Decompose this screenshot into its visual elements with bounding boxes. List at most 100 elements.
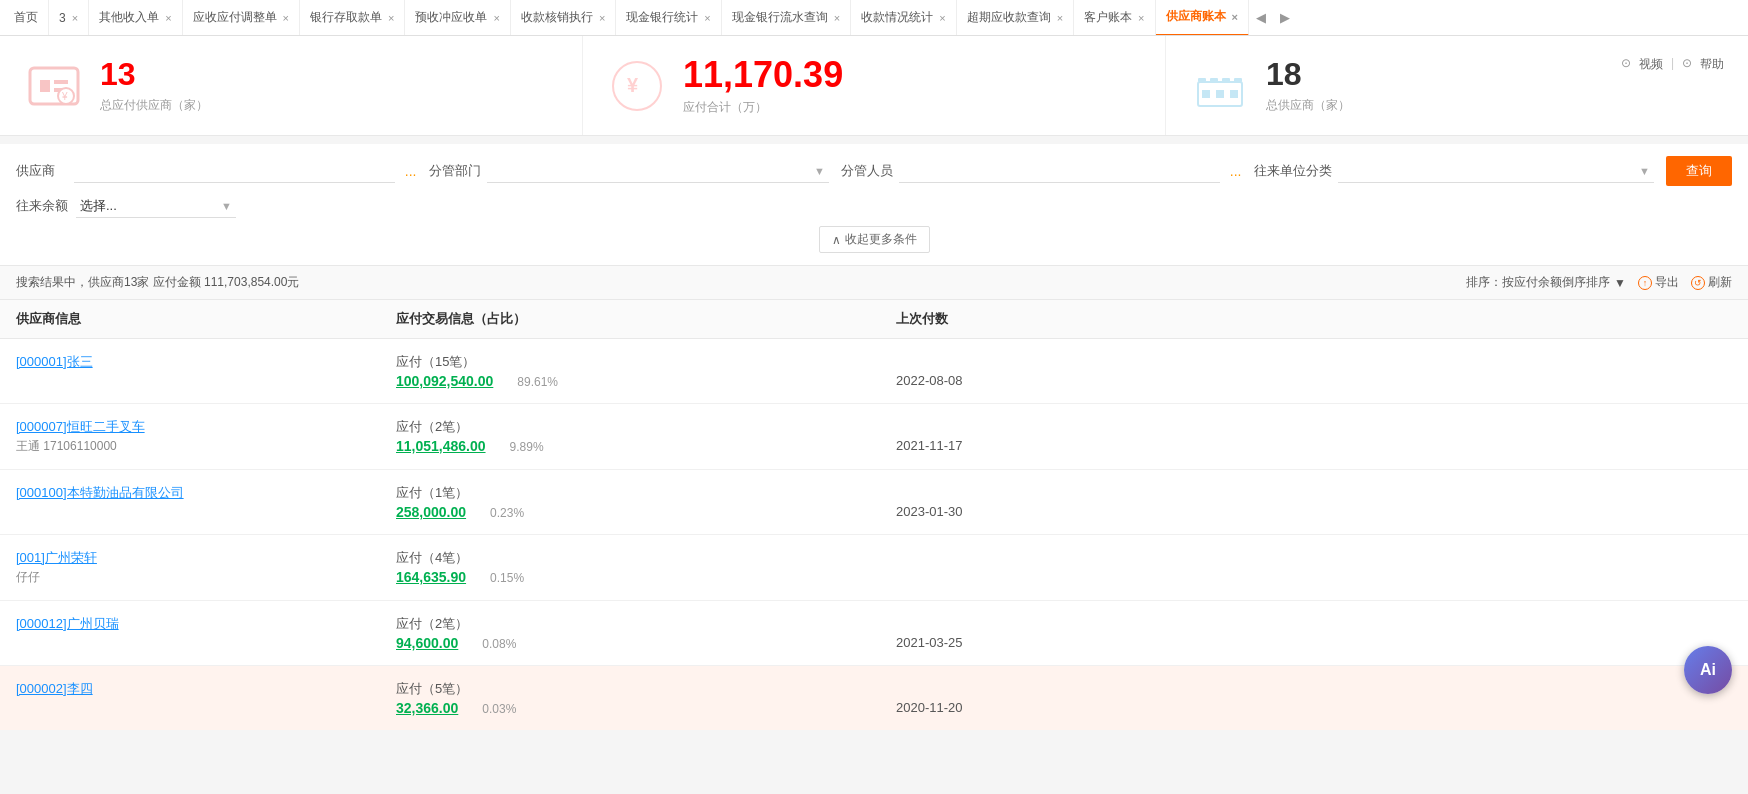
tx-amount-5[interactable]: 94,600.00	[396, 635, 458, 651]
result-actions: 排序：按应付余额倒序排序 ▼ ↑ 导出 ↺ 刷新	[1466, 274, 1732, 291]
last-pay-date-2: 2021-11-17	[896, 418, 1732, 453]
tab-overdue-collect[interactable]: 超期应收款查询 ×	[957, 0, 1074, 36]
collapse-button[interactable]: ∧ 收起更多条件	[819, 226, 930, 253]
tab-other-income[interactable]: 其他收入单 ×	[89, 0, 182, 36]
close-icon[interactable]: ×	[165, 12, 171, 24]
close-icon[interactable]: ×	[834, 12, 840, 24]
tx-amount-6[interactable]: 32,366.00	[396, 700, 458, 716]
svg-rect-14	[1216, 90, 1224, 98]
total-supplier-count: 18	[1266, 57, 1350, 92]
tab-collect-verify[interactable]: 收款核销执行 ×	[511, 0, 616, 36]
close-icon[interactable]: ×	[72, 12, 78, 24]
person-dots[interactable]: ...	[1230, 163, 1242, 179]
last-pay-cell-1: 2022-08-08	[896, 353, 1732, 388]
supplier-link-3[interactable]: [000100]本特勤油品有限公司	[16, 485, 184, 500]
payable-amount-icon: ¥	[607, 56, 667, 116]
last-pay-cell-5: 2021-03-25	[896, 615, 1732, 650]
last-pay-date-1: 2022-08-08	[896, 353, 1732, 388]
export-button[interactable]: ↑ 导出	[1638, 274, 1679, 291]
tab-prepay-collect[interactable]: 预收冲应收单 ×	[405, 0, 510, 36]
nav-next-arrow[interactable]: ▶	[1273, 0, 1297, 36]
supplier-link-2[interactable]: [000007]恒旺二手叉车	[16, 419, 145, 434]
filter-supplier: 供应商 ...	[16, 159, 417, 183]
transaction-cell-5: 应付（2笔） 94,600.00 0.08%	[396, 615, 896, 651]
tab-3[interactable]: 3 ×	[49, 0, 89, 36]
tab-cash-bank-stat[interactable]: 现金银行统计 ×	[616, 0, 721, 36]
balance-select[interactable]: 选择...	[76, 194, 236, 217]
total-supplier-icon	[1190, 56, 1250, 116]
supplier-cell-1: [000001]张三	[16, 353, 396, 371]
col-header-last-pay: 上次付数	[896, 310, 1732, 328]
close-icon[interactable]: ×	[704, 12, 710, 24]
tab-collect-stat-label: 收款情况统计	[861, 9, 933, 26]
svg-text:¥: ¥	[61, 91, 68, 102]
tab-prepay-collect-label: 预收冲应收单	[415, 9, 487, 26]
tab-home[interactable]: 首页	[4, 0, 49, 36]
video-link[interactable]: 视频	[1639, 56, 1663, 73]
query-button[interactable]: 查询	[1666, 156, 1732, 186]
supplier-link-5[interactable]: [000012]广州贝瑞	[16, 616, 119, 631]
tab-collect-stat[interactable]: 收款情况统计 ×	[851, 0, 956, 36]
tab-supplier-account[interactable]: 供应商账本 ×	[1156, 0, 1249, 36]
filter-person: 分管人员 ...	[841, 159, 1242, 183]
filter-unit-category: 往来单位分类 ▼	[1254, 159, 1655, 183]
close-icon[interactable]: ×	[599, 12, 605, 24]
close-icon[interactable]: ×	[388, 12, 394, 24]
close-icon[interactable]: ×	[1057, 12, 1063, 24]
dept-select[interactable]	[487, 159, 830, 182]
tx-row-4: 164,635.90 0.15%	[396, 567, 896, 585]
close-icon[interactable]: ×	[283, 12, 289, 24]
last-pay-date-4	[896, 549, 1732, 569]
tab-cash-bank-flow[interactable]: 现金银行流水查询 ×	[722, 0, 851, 36]
col-header-transaction: 应付交易信息（占比）	[396, 310, 896, 328]
svg-rect-13	[1202, 90, 1210, 98]
supplier-cell-4: [001]广州荣轩 仔仔	[16, 549, 396, 586]
table-header: 供应商信息 应付交易信息（占比） 上次付数	[0, 300, 1748, 339]
tab-customer-account-label: 客户账本	[1084, 9, 1132, 26]
supplier-input[interactable]	[74, 159, 395, 183]
sort-control[interactable]: 排序：按应付余额倒序排序 ▼	[1466, 274, 1626, 291]
tab-bank-deposit[interactable]: 银行存取款单 ×	[300, 0, 405, 36]
tx-row-2: 11,051,486.00 9.89%	[396, 436, 896, 454]
tab-customer-account[interactable]: 客户账本 ×	[1074, 0, 1155, 36]
unit-category-select[interactable]	[1338, 159, 1655, 182]
supplier-link-6[interactable]: [000002]李四	[16, 681, 93, 696]
supplier-sub-4: 仔仔	[16, 569, 396, 586]
tx-amount-3[interactable]: 258,000.00	[396, 504, 466, 520]
tx-row-5: 94,600.00 0.08%	[396, 633, 896, 651]
close-icon[interactable]: ×	[939, 12, 945, 24]
ai-badge[interactable]: Ai	[1684, 646, 1732, 694]
tx-amount-2[interactable]: 11,051,486.00	[396, 438, 486, 454]
tx-amount-1[interactable]: 100,092,540.00	[396, 373, 493, 389]
help-link[interactable]: 帮助	[1700, 56, 1724, 73]
nav-prev-arrow[interactable]: ◀	[1249, 0, 1273, 36]
supplier-label: 供应商	[16, 162, 68, 180]
svg-rect-1	[40, 80, 50, 92]
close-icon[interactable]: ×	[493, 12, 499, 24]
tab-3-label: 3	[59, 11, 66, 25]
tab-cash-bank-flow-label: 现金银行流水查询	[732, 9, 828, 26]
supplier-dots[interactable]: ...	[405, 163, 417, 179]
main-table: 供应商信息 应付交易信息（占比） 上次付数 [000001]张三 应付（15笔）…	[0, 300, 1748, 730]
close-icon[interactable]: ×	[1232, 11, 1238, 23]
supplier-sub-2: 王通 17106110000	[16, 438, 396, 455]
top-links: ⊙ 视频 | ⊙ 帮助	[1605, 44, 1740, 85]
tx-row-6: 32,366.00 0.03%	[396, 698, 896, 716]
supplier-cell-3: [000100]本特勤油品有限公司	[16, 484, 396, 502]
filter-area: 供应商 ... 分管部门 ▼ 分管人员 ... 往来单位分类	[0, 144, 1748, 266]
payable-amount-value: 11,170.39	[683, 55, 843, 95]
tx-amount-4[interactable]: 164,635.90	[396, 569, 466, 585]
sep: |	[1671, 56, 1674, 70]
refresh-button[interactable]: ↺ 刷新	[1691, 274, 1732, 291]
filter-dept: 分管部门 ▼	[429, 159, 830, 183]
tab-bank-deposit-label: 银行存取款单	[310, 9, 382, 26]
sort-label: 排序：按应付余额倒序排序	[1466, 274, 1610, 291]
supplier-link-4[interactable]: [001]广州荣轩	[16, 550, 97, 565]
close-icon[interactable]: ×	[1138, 12, 1144, 24]
supplier-link-1[interactable]: [000001]张三	[16, 354, 93, 369]
person-input[interactable]	[899, 159, 1220, 183]
svg-rect-12	[1234, 78, 1242, 82]
collapse-label: 收起更多条件	[845, 231, 917, 248]
tab-payable-adjust[interactable]: 应收应付调整单 ×	[183, 0, 300, 36]
supplier-cell-6: [000002]李四	[16, 680, 396, 698]
